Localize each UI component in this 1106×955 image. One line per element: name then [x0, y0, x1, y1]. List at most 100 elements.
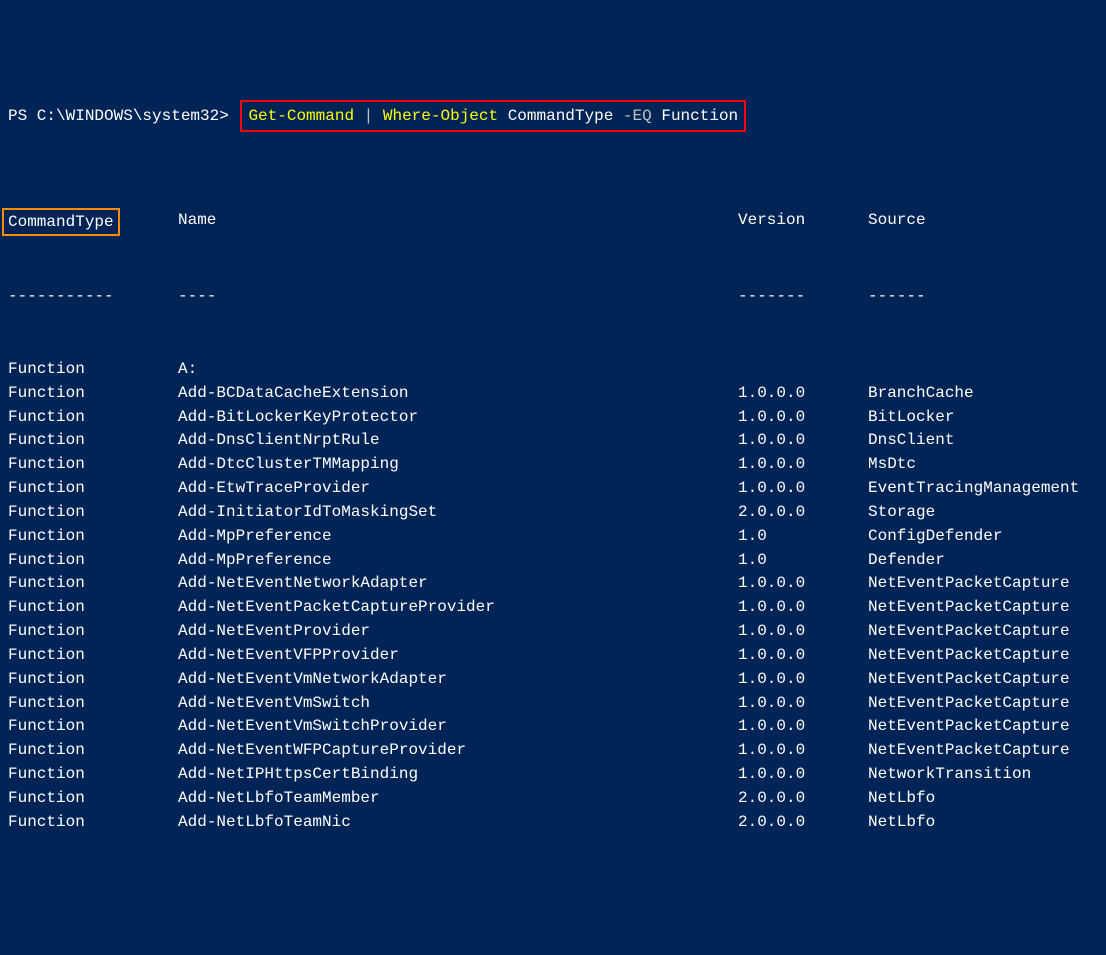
cell-source: MsDtc: [868, 453, 1098, 477]
table-row: FunctionAdd-NetLbfoTeamMember2.0.0.0NetL…: [8, 787, 1098, 811]
cell-version: 2.0.0.0: [738, 811, 868, 835]
cell-name: Add-DnsClientNrptRule: [178, 429, 738, 453]
cell-version: 1.0.0.0: [738, 692, 868, 716]
table-row: FunctionAdd-NetEventVFPProvider1.0.0.0Ne…: [8, 644, 1098, 668]
cell-name: Add-NetEventVmNetworkAdapter: [178, 668, 738, 692]
cell-commandtype: Function: [8, 692, 178, 716]
cell-commandtype: Function: [8, 358, 178, 382]
table-row: FunctionAdd-BitLockerKeyProtector1.0.0.0…: [8, 406, 1098, 430]
cell-version: 1.0: [738, 549, 868, 573]
cell-source: Defender: [868, 549, 1098, 573]
cell-commandtype: Function: [8, 787, 178, 811]
cell-source: ConfigDefender: [868, 525, 1098, 549]
cell-commandtype: Function: [8, 477, 178, 501]
cell-commandtype: Function: [8, 501, 178, 525]
cell-commandtype: Function: [8, 644, 178, 668]
cell-name: Add-BitLockerKeyProtector: [178, 406, 738, 430]
cell-name: Add-MpPreference: [178, 549, 738, 573]
divider-name: ----: [178, 284, 738, 308]
cell-commandtype: Function: [8, 525, 178, 549]
cell-source: NetLbfo: [868, 787, 1098, 811]
cell-name: Add-NetLbfoTeamNic: [178, 811, 738, 835]
cell-commandtype: Function: [8, 549, 178, 573]
table-row: FunctionAdd-DtcClusterTMMapping1.0.0.0Ms…: [8, 453, 1098, 477]
cell-name: Add-NetIPHttpsCertBinding: [178, 763, 738, 787]
header-name: Name: [178, 208, 738, 236]
cell-commandtype: Function: [8, 763, 178, 787]
cell-commandtype: Function: [8, 811, 178, 835]
divider-version: -------: [738, 284, 868, 308]
cell-name: Add-NetEventNetworkAdapter: [178, 572, 738, 596]
table-row: FunctionAdd-InitiatorIdToMaskingSet2.0.0…: [8, 501, 1098, 525]
cell-source: NetEventPacketCapture: [868, 715, 1098, 739]
cell-commandtype: Function: [8, 406, 178, 430]
cell-name: Add-NetLbfoTeamMember: [178, 787, 738, 811]
prompt-prefix: PS C:\WINDOWS\system32>: [8, 104, 238, 128]
cell-source: NetLbfo: [868, 811, 1098, 835]
table-body: FunctionA:FunctionAdd-BCDataCacheExtensi…: [8, 358, 1098, 835]
table-row: FunctionAdd-MpPreference1.0Defender: [8, 549, 1098, 573]
commandtype-highlight-box: CommandType: [2, 208, 120, 236]
cell-version: 1.0: [738, 525, 868, 549]
table-row: FunctionAdd-NetEventVmSwitchProvider1.0.…: [8, 715, 1098, 739]
cell-commandtype: Function: [8, 620, 178, 644]
table-row: FunctionAdd-NetEventVmSwitch1.0.0.0NetEv…: [8, 692, 1098, 716]
cell-name: A:: [178, 358, 738, 382]
cell-version: 1.0.0.0: [738, 596, 868, 620]
cell-source: NetworkTransition: [868, 763, 1098, 787]
divider-commandtype: -----------: [8, 284, 178, 308]
table-row: FunctionAdd-NetEventNetworkAdapter1.0.0.…: [8, 572, 1098, 596]
cell-name: Add-NetEventProvider: [178, 620, 738, 644]
cell-version: 1.0.0.0: [738, 644, 868, 668]
arg-commandtype: CommandType: [498, 104, 623, 128]
cell-source: NetEventPacketCapture: [868, 668, 1098, 692]
cell-source: NetEventPacketCapture: [868, 596, 1098, 620]
cell-name: Add-NetEventVmSwitch: [178, 692, 738, 716]
table-row: FunctionAdd-DnsClientNrptRule1.0.0.0DnsC…: [8, 429, 1098, 453]
cell-source: [868, 358, 1098, 382]
cell-source: Storage: [868, 501, 1098, 525]
cell-source: BitLocker: [868, 406, 1098, 430]
cell-version: 1.0.0.0: [738, 763, 868, 787]
table-row: FunctionAdd-NetEventProvider1.0.0.0NetEv…: [8, 620, 1098, 644]
cell-name: Add-NetEventVmSwitchProvider: [178, 715, 738, 739]
cell-name: Add-NetEventVFPProvider: [178, 644, 738, 668]
cell-source: EventTracingManagement: [868, 477, 1098, 501]
cell-version: 1.0.0.0: [738, 477, 868, 501]
cmdlet-get-command: Get-Command: [248, 104, 354, 128]
table-row: FunctionAdd-BCDataCacheExtension1.0.0.0B…: [8, 382, 1098, 406]
header-commandtype: CommandType: [8, 208, 178, 236]
cell-source: NetEventPacketCapture: [868, 572, 1098, 596]
cell-version: 2.0.0.0: [738, 501, 868, 525]
cell-version: 1.0.0.0: [738, 668, 868, 692]
cell-name: Add-NetEventPacketCaptureProvider: [178, 596, 738, 620]
table-row: FunctionAdd-NetLbfoTeamNic2.0.0.0NetLbfo: [8, 811, 1098, 835]
cmdlet-where-object: Where-Object: [383, 104, 498, 128]
table-row: FunctionAdd-NetEventVmNetworkAdapter1.0.…: [8, 668, 1098, 692]
cell-commandtype: Function: [8, 453, 178, 477]
cell-commandtype: Function: [8, 572, 178, 596]
cell-source: NetEventPacketCapture: [868, 644, 1098, 668]
header-version: Version: [738, 208, 868, 236]
cell-source: NetEventPacketCapture: [868, 620, 1098, 644]
divider-source: ------: [868, 284, 1098, 308]
cell-source: DnsClient: [868, 429, 1098, 453]
cell-source: NetEventPacketCapture: [868, 692, 1098, 716]
cell-commandtype: Function: [8, 596, 178, 620]
cell-commandtype: Function: [8, 668, 178, 692]
cell-commandtype: Function: [8, 715, 178, 739]
cell-version: 1.0.0.0: [738, 572, 868, 596]
table-row: FunctionAdd-EtwTraceProvider1.0.0.0Event…: [8, 477, 1098, 501]
cell-source: BranchCache: [868, 382, 1098, 406]
cell-commandtype: Function: [8, 429, 178, 453]
cell-version: [738, 358, 868, 382]
cell-name: Add-BCDataCacheExtension: [178, 382, 738, 406]
cell-name: Add-MpPreference: [178, 525, 738, 549]
cell-commandtype: Function: [8, 382, 178, 406]
table-divider-row: ----------- ---- ------- ------: [8, 284, 1098, 308]
cell-version: 1.0.0.0: [738, 453, 868, 477]
cell-version: 1.0.0.0: [738, 620, 868, 644]
prompt-line[interactable]: PS C:\WINDOWS\system32> Get-Command | Wh…: [8, 100, 1098, 132]
pipe-operator: |: [354, 104, 383, 128]
cell-version: 1.0.0.0: [738, 715, 868, 739]
